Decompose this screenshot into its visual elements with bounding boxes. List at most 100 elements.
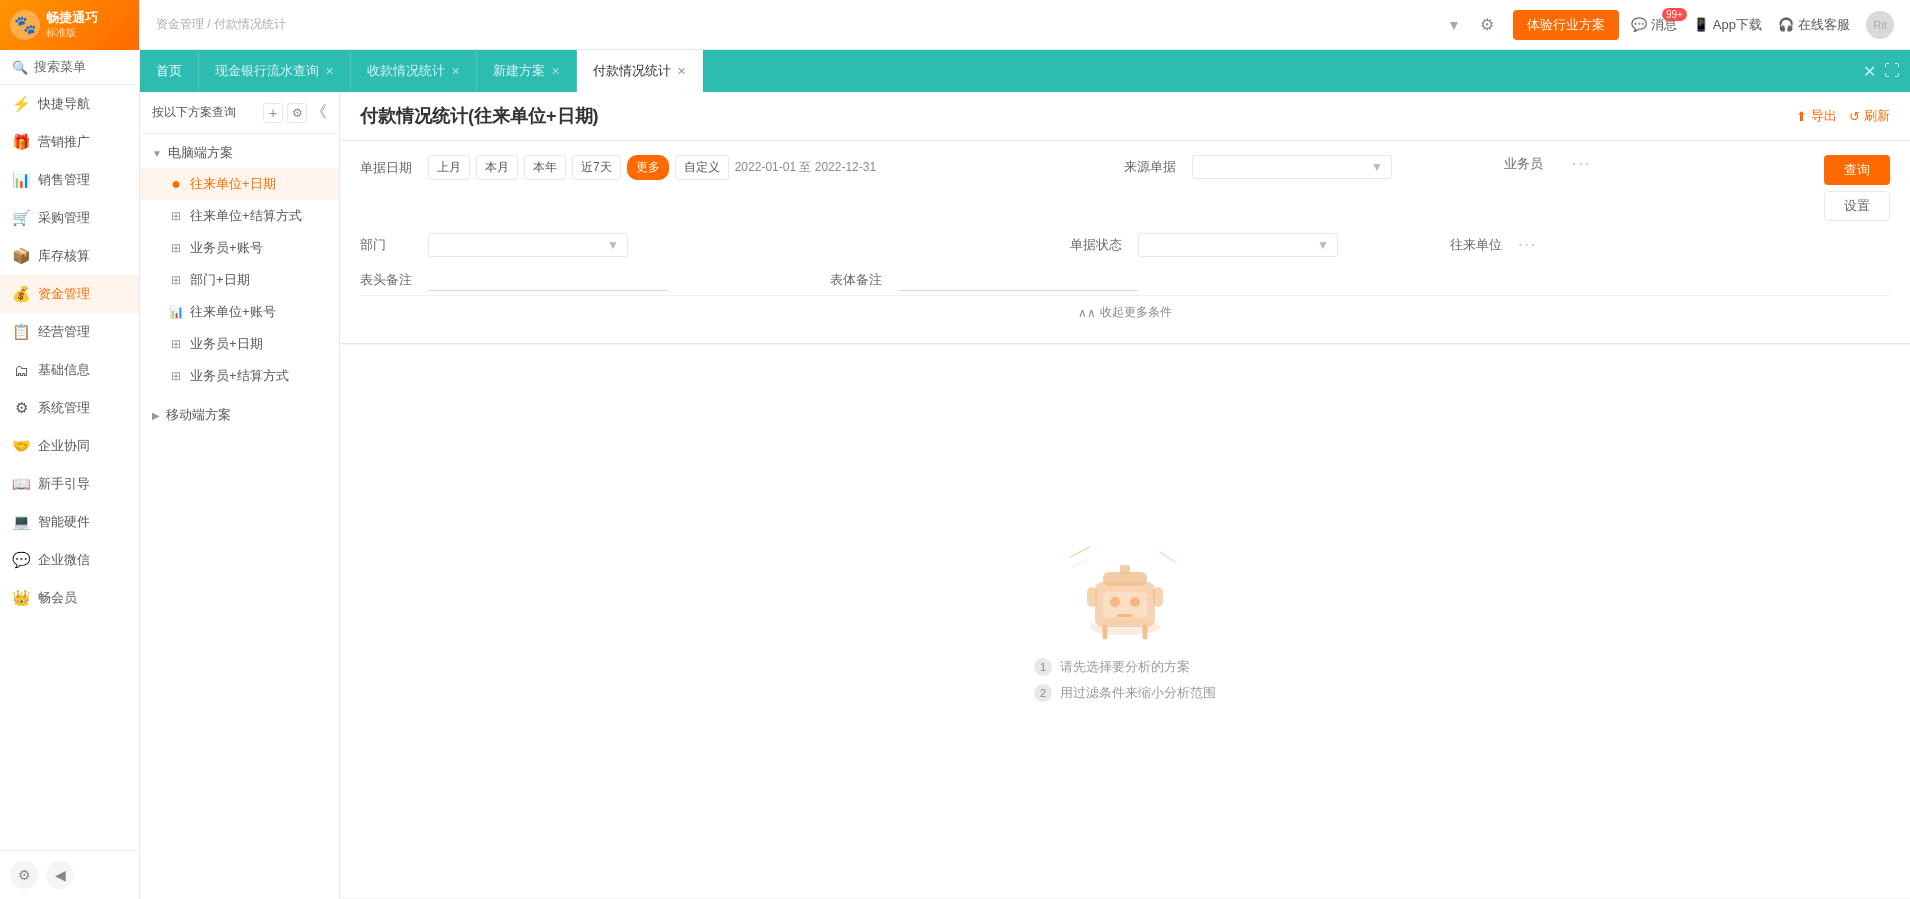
sidebar-collapse-icon[interactable]: ◀ [46,861,74,889]
source-select[interactable]: ▼ [1192,155,1392,179]
hint-text-2: 用过滤条件来缩小分析范围 [1060,684,1216,702]
topbar-right: 💬 消息 99+ 📱 App下载 🎧 在线客服 Rit [1631,11,1894,39]
app-download-btn[interactable]: 📱 App下载 [1693,16,1762,34]
tab-close-all-icon[interactable]: ✕ [1863,62,1876,81]
mobile-schemes-section: ▶ 移动端方案 [140,396,339,434]
scheme-staff-date[interactable]: ⊞ 业务员+日期 [140,328,339,360]
tab-new-scheme[interactable]: 新建方案 ✕ [477,50,577,92]
empty-hint-2: 2 用过滤条件来缩小分析范围 [1034,684,1216,702]
sidebar-item-smart-hw[interactable]: 💻 智能硬件 [0,503,139,541]
pc-schemes-header[interactable]: ▼ 电脑端方案 [140,138,339,168]
scheme-label: 业务员+结算方式 [190,367,289,385]
wechat-icon: 💬 [12,551,30,569]
search-menu[interactable]: 🔍 搜索菜单 [0,50,139,85]
section-arrow-icon: ▶ [152,410,160,421]
left-panel: 按以下方案查询 + ⚙ 《 ▼ 电脑端方案 ● 往来单位+日期 [140,92,340,899]
user-avatar[interactable]: Rit [1866,11,1894,39]
date-btn-more[interactable]: 更多 [627,155,669,180]
voucher-status-select[interactable]: ▼ [1138,233,1338,257]
date-btn-this-month[interactable]: 本月 [476,155,518,180]
empty-illustration [1065,542,1185,642]
dept-select[interactable]: ▼ [428,233,628,257]
tab-payment-stat-close[interactable]: ✕ [451,65,460,78]
main-content: 资金管理 / 付款情况统计 ▼ ⚙ 体验行业方案 💬 消息 99+ 📱 App下… [140,0,1910,899]
search-label: 搜索菜单 [34,58,86,76]
scheme-icon: ⊞ [168,208,184,224]
sidebar-item-cooperation[interactable]: 🤝 企业协同 [0,427,139,465]
scheme-label: 往来单位+日期 [190,175,276,193]
query-btn[interactable]: 查询 [1824,155,1890,185]
tab-pay-stat-close[interactable]: ✕ [677,65,686,78]
body-note-input[interactable] [898,269,1138,291]
scheme-icon: ⊞ [168,240,184,256]
sidebar-item-inventory[interactable]: 📦 库存核算 [0,237,139,275]
scheme-staff-account[interactable]: ⊞ 业务员+账号 [140,232,339,264]
scheme-staff-settle[interactable]: ⊞ 业务员+结算方式 [140,360,339,392]
topbar-dropdown-icon[interactable]: ▼ [1447,17,1461,33]
cooperation-icon: 🤝 [12,437,30,455]
tab-expand-icon[interactable]: ⛶ [1884,62,1900,80]
scheme-label: 往来单位+结算方式 [190,207,302,225]
export-btn[interactable]: ⬆ 导出 [1796,107,1837,125]
svg-rect-9 [1153,587,1163,607]
sidebar-settings-icon[interactable]: ⚙ [10,861,38,889]
sidebar-item-finance[interactable]: 💰 资金管理 [0,275,139,313]
sidebar-item-marketing[interactable]: 🎁 营销推广 [0,123,139,161]
quick-nav-icon: ⚡ [12,95,30,113]
sidebar-item-purchase[interactable]: 🛒 采购管理 [0,199,139,237]
topbar-settings-btn[interactable]: ⚙ [1473,11,1501,39]
svg-line-14 [1073,560,1085,567]
add-scheme-btn[interactable]: + [263,103,283,123]
mobile-schemes-header[interactable]: ▶ 移动端方案 [140,400,339,430]
tab-pay-stat[interactable]: 付款情况统计 ✕ [577,50,703,92]
trial-btn[interactable]: 体验行业方案 [1513,10,1619,40]
scheme-dept-date[interactable]: ⊞ 部门+日期 [140,264,339,296]
sidebar-item-label: 经营管理 [38,323,90,341]
refresh-btn[interactable]: ↺ 刷新 [1849,107,1890,125]
date-buttons: 上月 本月 本年 近7天 更多 自定义 2022-01-01 至 2022-12… [428,155,876,180]
sidebar-item-quick-nav[interactable]: ⚡ 快捷导航 [0,85,139,123]
scheme-icon: ⊞ [168,272,184,288]
collapse-conditions-btn[interactable]: ∧∧ 收起更多条件 [360,295,1890,329]
hint-num-2: 2 [1034,684,1052,702]
sidebar-item-base-info[interactable]: 🗂 基础信息 [0,351,139,389]
sidebar-item-sales[interactable]: 📊 销售管理 [0,161,139,199]
source-select-arrow-icon: ▼ [1371,160,1383,174]
sidebar-item-wechat[interactable]: 💬 企业微信 [0,541,139,579]
dept-select-arrow-icon: ▼ [607,238,619,252]
service-btn[interactable]: 🎧 在线客服 [1778,16,1850,34]
partner-ellipsis[interactable]: ··· [1518,236,1537,254]
tab-new-scheme-label: 新建方案 [493,62,545,80]
sidebar-item-guide[interactable]: 📖 新手引导 [0,465,139,503]
scheme-partner-settle[interactable]: ⊞ 往来单位+结算方式 [140,200,339,232]
date-btn-last-month[interactable]: 上月 [428,155,470,180]
date-btn-custom[interactable]: 自定义 [675,155,729,180]
logo-subtitle: 标准版 [46,26,98,40]
scheme-settings-btn[interactable]: ⚙ [287,103,307,123]
scheme-chart-icon: 📊 [168,304,184,320]
staff-ellipsis[interactable]: ··· [1572,155,1591,173]
date-btn-this-year[interactable]: 本年 [524,155,566,180]
empty-hint-1: 1 请先选择要分析的方案 [1034,658,1216,676]
tab-payment-stat[interactable]: 收款情况统计 ✕ [351,50,477,92]
sidebar-item-system[interactable]: ⚙ 系统管理 [0,389,139,427]
settings-btn[interactable]: 设置 [1824,191,1890,221]
tab-cashflow[interactable]: 现金银行流水查询 ✕ [199,50,351,92]
tab-cashflow-close[interactable]: ✕ [325,65,334,78]
tab-home[interactable]: 首页 [140,50,199,92]
tab-pay-stat-label: 付款情况统计 [593,62,671,80]
scheme-partner-date[interactable]: ● 往来单位+日期 [140,168,339,200]
tab-new-scheme-close[interactable]: ✕ [551,65,560,78]
page-actions: ⬆ 导出 ↺ 刷新 [1796,107,1890,125]
header-note-input[interactable] [428,269,668,291]
date-btn-7days[interactable]: 近7天 [572,155,621,180]
svg-point-4 [1130,597,1140,607]
message-btn[interactable]: 💬 消息 99+ [1631,16,1677,34]
sidebar-item-operations[interactable]: 📋 经营管理 [0,313,139,351]
sidebar-item-label: 营销推广 [38,133,90,151]
scheme-partner-account[interactable]: 📊 往来单位+账号 [140,296,339,328]
panel-collapse-btn[interactable]: 《 [311,102,327,123]
collapse-label: 收起更多条件 [1100,304,1172,321]
smart-hw-icon: 💻 [12,513,30,531]
sidebar-item-vip[interactable]: 👑 畅会员 [0,579,139,617]
